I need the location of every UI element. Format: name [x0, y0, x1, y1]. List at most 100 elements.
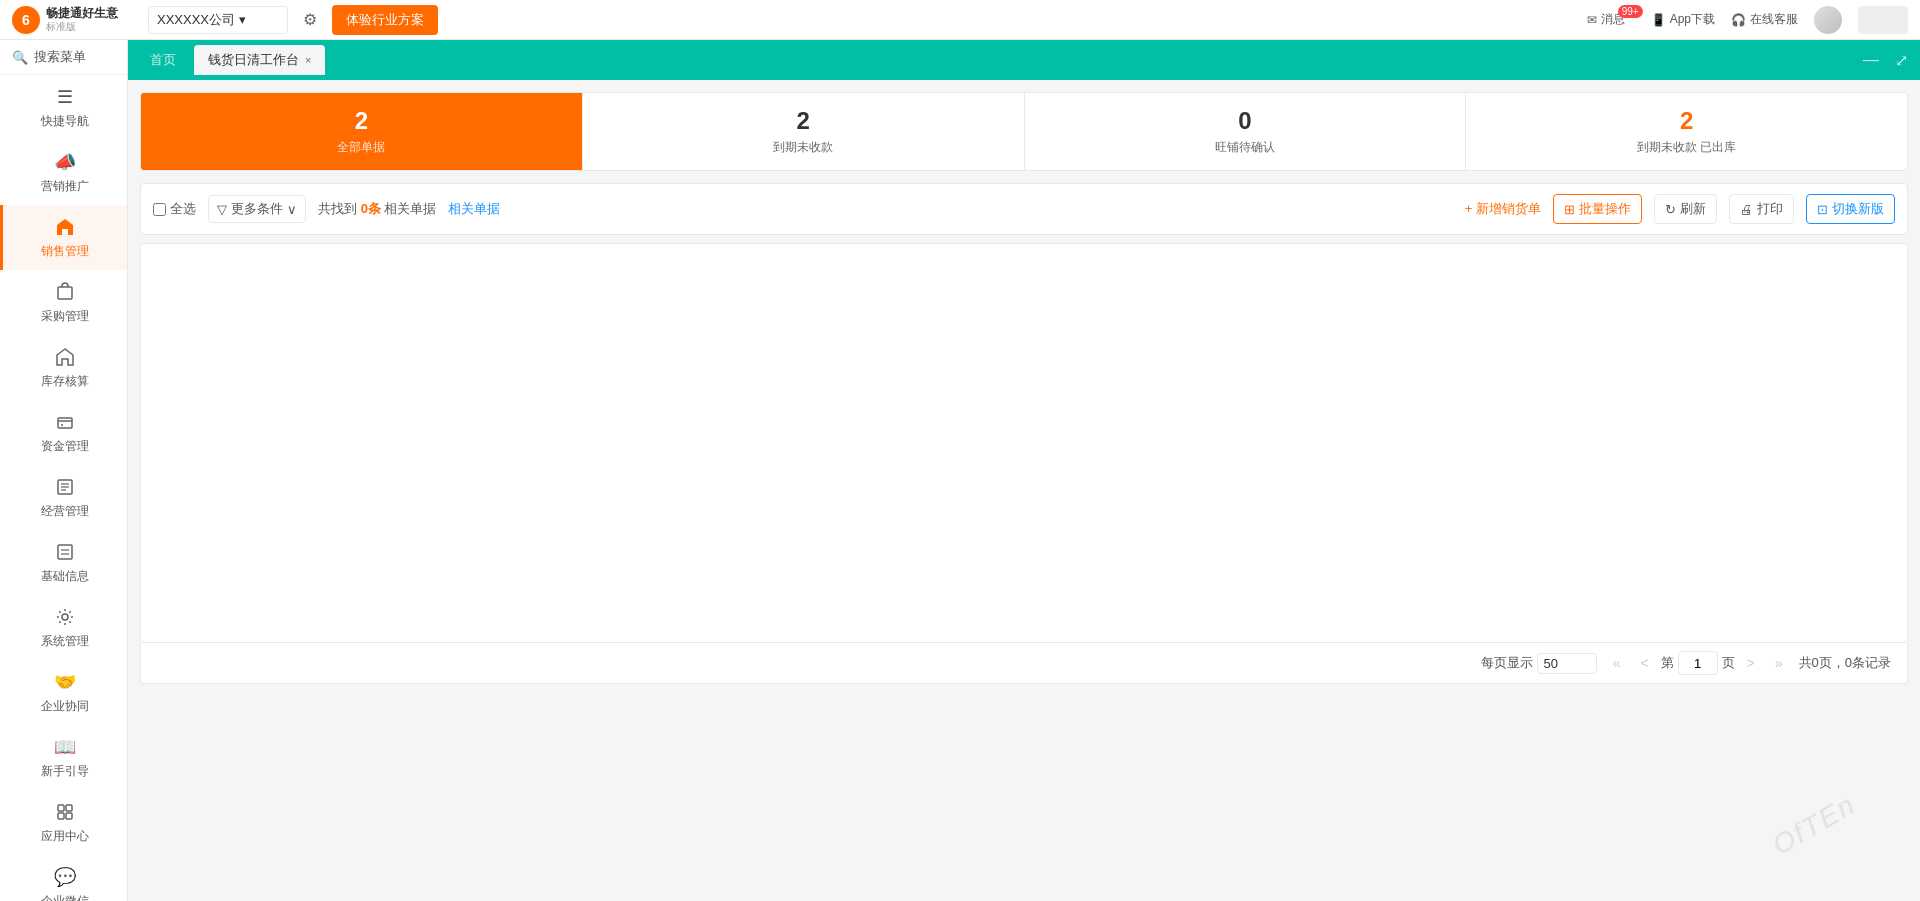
- message-icon: ✉: [1587, 13, 1597, 27]
- sidebar-item-inventory[interactable]: 库存核算: [0, 335, 127, 400]
- purchase-icon: [53, 280, 77, 304]
- filter-button[interactable]: ▽ 更多条件 ∨: [208, 195, 306, 223]
- app-title: 畅捷通好生意: [46, 6, 118, 20]
- enterprise-icon: 🤝: [53, 670, 77, 694]
- found-count: 0条: [361, 201, 381, 216]
- sidebar-item-wechat[interactable]: 💬 企业微信: [0, 855, 127, 901]
- sidebar-label-capital: 资金管理: [41, 438, 89, 455]
- select-all-checkbox[interactable]: 全选: [153, 200, 196, 218]
- sidebar-item-sales[interactable]: 销售管理: [0, 205, 127, 270]
- sidebar-item-app-center[interactable]: 应用中心: [0, 790, 127, 855]
- chevron-down-icon: ▾: [239, 12, 246, 27]
- prev-page-button[interactable]: <: [1633, 651, 1657, 675]
- sidebar-item-operations[interactable]: 经营管理: [0, 465, 127, 530]
- table-area: [140, 243, 1908, 643]
- stat-card-all[interactable]: 2 全部单据: [141, 93, 583, 170]
- page-suffix: 页: [1722, 654, 1735, 672]
- tab-home[interactable]: 首页: [136, 45, 190, 75]
- sidebar-item-guide[interactable]: 📖 新手引导: [0, 725, 127, 790]
- next-page-button[interactable]: >: [1739, 651, 1763, 675]
- main-layout: 🔍 搜索菜单 ☰ 快捷导航 📣 营销推广 销售管理: [0, 40, 1920, 901]
- sidebar-label-app-center: 应用中心: [41, 828, 89, 845]
- stat-label-pending: 旺铺待确认: [1215, 139, 1275, 156]
- stat-card-overdue-out[interactable]: 2 到期未收款 已出库: [1466, 93, 1907, 170]
- refresh-icon: ↻: [1665, 202, 1676, 217]
- settings-button[interactable]: ⚙: [296, 6, 324, 34]
- sidebar-label-purchase: 采购管理: [41, 308, 89, 325]
- per-page-label: 每页显示: [1481, 654, 1533, 672]
- tab-close-icon[interactable]: ×: [305, 54, 311, 66]
- header-right: ✉ 消息 99+ 📱 App下载 🎧 在线客服: [1587, 6, 1908, 34]
- search-icon: 🔍: [12, 50, 28, 65]
- svg-rect-12: [66, 805, 72, 811]
- sidebar-label-basic-info: 基础信息: [41, 568, 89, 585]
- basic-info-icon: [53, 540, 77, 564]
- sidebar-item-quick-nav[interactable]: ☰ 快捷导航: [0, 75, 127, 140]
- stat-card-pending[interactable]: 0 旺铺待确认: [1025, 93, 1467, 170]
- sidebar-item-basic-info[interactable]: 基础信息: [0, 530, 127, 595]
- app-subtitle: 标准版: [46, 21, 118, 33]
- select-all-label: 全选: [170, 200, 196, 218]
- company-selector[interactable]: XXXXXX公司 ▾: [148, 6, 288, 34]
- sidebar-item-purchase[interactable]: 采购管理: [0, 270, 127, 335]
- batch-icon: ⊞: [1564, 202, 1575, 217]
- svg-point-10: [62, 614, 68, 620]
- search-menu-item[interactable]: 🔍 搜索菜单: [0, 40, 127, 75]
- online-service-label: 在线客服: [1750, 11, 1798, 28]
- message-action[interactable]: ✉ 消息 99+: [1587, 11, 1635, 28]
- sidebar-item-capital[interactable]: 资金管理: [0, 400, 127, 465]
- per-page-select[interactable]: 50 100 200: [1537, 653, 1597, 674]
- sidebar-label-wechat: 企业微信: [41, 893, 89, 901]
- new-order-button[interactable]: + 新增销货单: [1465, 200, 1541, 218]
- print-button[interactable]: 🖨 打印: [1729, 194, 1794, 224]
- switch-version-button[interactable]: ⊡ 切换新版: [1806, 194, 1895, 224]
- last-page-button[interactable]: »: [1767, 651, 1791, 675]
- select-all-input[interactable]: [153, 203, 166, 216]
- stat-label-overdue-out: 到期未收款 已出库: [1637, 139, 1736, 156]
- tab-home-label: 首页: [150, 51, 176, 69]
- download-icon: 📱: [1651, 13, 1666, 27]
- refresh-button[interactable]: ↻ 刷新: [1654, 194, 1717, 224]
- toolbar-left: 全选 ▽ 更多条件 ∨ 共找到 0条 相关单据 相关单据: [153, 195, 1453, 223]
- sidebar-item-enterprise[interactable]: 🤝 企业协同: [0, 660, 127, 725]
- message-badge: 99+: [1618, 5, 1643, 18]
- page-content: 2 全部单据 2 到期未收款 0 旺铺待确认 2 到期未收款 已出库: [128, 80, 1920, 901]
- svg-rect-11: [58, 805, 64, 811]
- sidebar-item-system[interactable]: 系统管理: [0, 595, 127, 660]
- stat-number-all: 2: [355, 107, 368, 135]
- tab-workbench-label: 钱货日清工作台: [208, 51, 299, 69]
- page-navigation: « < 第 页 > »: [1605, 651, 1791, 675]
- sidebar-item-marketing[interactable]: 📣 营销推广: [0, 140, 127, 205]
- page-number-input[interactable]: [1678, 651, 1718, 675]
- found-text: 共找到 0条 相关单据: [318, 200, 436, 218]
- stat-label-all: 全部单据: [337, 139, 385, 156]
- app-download-action[interactable]: 📱 App下载: [1651, 11, 1715, 28]
- table-empty-state: [141, 244, 1907, 642]
- tab-minimize-btn[interactable]: —: [1859, 47, 1883, 73]
- trial-button[interactable]: 体验行业方案: [332, 5, 438, 35]
- capital-icon: [53, 410, 77, 434]
- sidebar: 🔍 搜索菜单 ☰ 快捷导航 📣 营销推广 销售管理: [0, 40, 128, 901]
- top-header: 6 畅捷通好生意 标准版 XXXXXX公司 ▾ ⚙ 体验行业方案 ✉ 消息 99…: [0, 0, 1920, 40]
- batch-operation-button[interactable]: ⊞ 批量操作: [1553, 194, 1642, 224]
- online-service-action[interactable]: 🎧 在线客服: [1731, 11, 1798, 28]
- sidebar-label-system: 系统管理: [41, 633, 89, 650]
- avatar[interactable]: [1814, 6, 1842, 34]
- sidebar-label-sales: 销售管理: [41, 243, 89, 260]
- system-icon: [53, 605, 77, 629]
- tab-workbench[interactable]: 钱货日清工作台 ×: [194, 45, 325, 75]
- page-label: 第: [1661, 654, 1674, 672]
- tab-expand-btn[interactable]: ⤢: [1891, 47, 1912, 74]
- content-area: 首页 钱货日清工作台 × — ⤢ 2 全部单据 2 到期未收款: [128, 40, 1920, 901]
- related-bills-link[interactable]: 相关单据: [448, 200, 500, 218]
- search-menu-label: 搜索菜单: [34, 48, 86, 66]
- sidebar-label-quick-nav: 快捷导航: [41, 113, 89, 130]
- switch-icon: ⊡: [1817, 202, 1828, 217]
- stat-number-overdue-out: 2: [1680, 107, 1693, 135]
- stat-label-overdue: 到期未收款: [773, 139, 833, 156]
- header-left: 6 畅捷通好生意 标准版 XXXXXX公司 ▾ ⚙ 体验行业方案: [12, 5, 438, 35]
- first-page-button[interactable]: «: [1605, 651, 1629, 675]
- company-name: XXXXXX公司: [157, 11, 235, 29]
- page-size-selector: 每页显示 50 100 200: [1481, 653, 1597, 674]
- stat-card-overdue[interactable]: 2 到期未收款: [583, 93, 1025, 170]
